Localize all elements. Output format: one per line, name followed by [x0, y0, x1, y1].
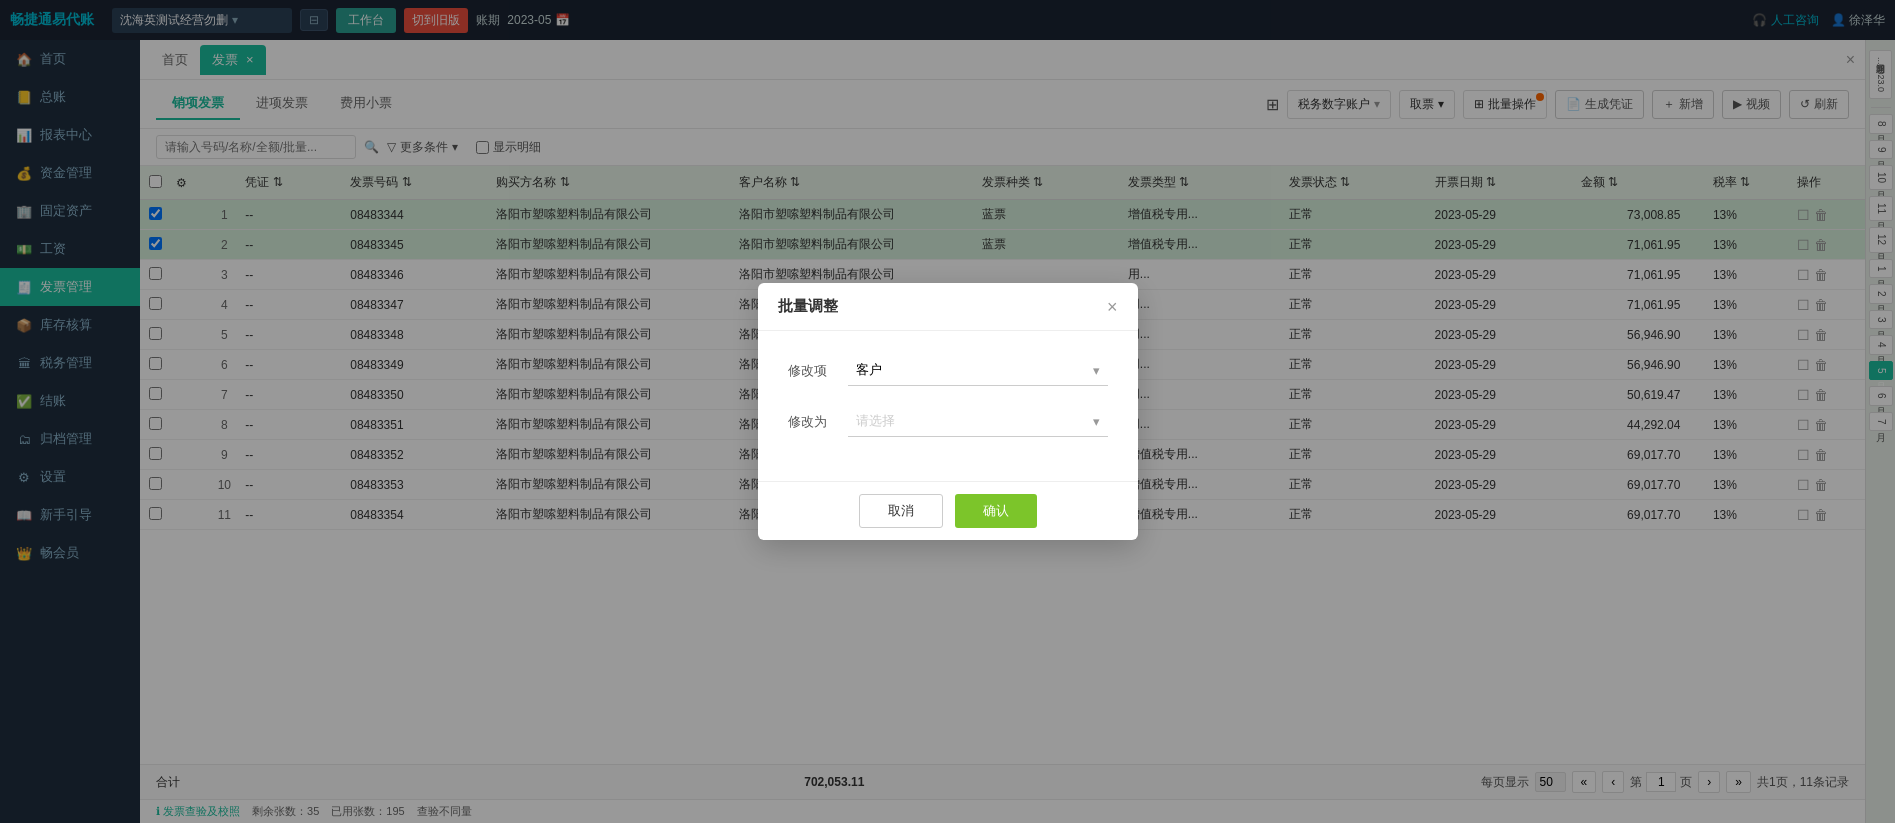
modify-to-label: 修改为 [788, 413, 848, 431]
batch-adjust-dialog: 批量调整 × 修改项 客户 ▾ 修改为 请选择 ▾ 取消 确认 [758, 283, 1138, 540]
dialog-footer: 取消 确认 [758, 481, 1138, 540]
dialog-close-btn[interactable]: × [1107, 298, 1118, 316]
modify-item-value: 客户 [856, 361, 882, 379]
modify-item-select[interactable]: 客户 ▾ [848, 355, 1108, 386]
modify-to-placeholder: 请选择 [856, 412, 895, 430]
dialog-body: 修改项 客户 ▾ 修改为 请选择 ▾ [758, 331, 1138, 481]
dialog-title: 批量调整 [778, 297, 838, 316]
dialog-overlay: 批量调整 × 修改项 客户 ▾ 修改为 请选择 ▾ 取消 确认 [0, 0, 1895, 823]
dialog-cancel-btn[interactable]: 取消 [859, 494, 943, 528]
modify-item-row: 修改项 客户 ▾ [788, 355, 1108, 386]
dialog-confirm-btn[interactable]: 确认 [955, 494, 1037, 528]
modify-to-arrow: ▾ [1093, 414, 1100, 429]
modify-item-arrow: ▾ [1093, 363, 1100, 378]
dialog-header: 批量调整 × [758, 283, 1138, 331]
modify-to-select[interactable]: 请选择 ▾ [848, 406, 1108, 437]
modify-item-label: 修改项 [788, 362, 848, 380]
modify-to-row: 修改为 请选择 ▾ [788, 406, 1108, 437]
